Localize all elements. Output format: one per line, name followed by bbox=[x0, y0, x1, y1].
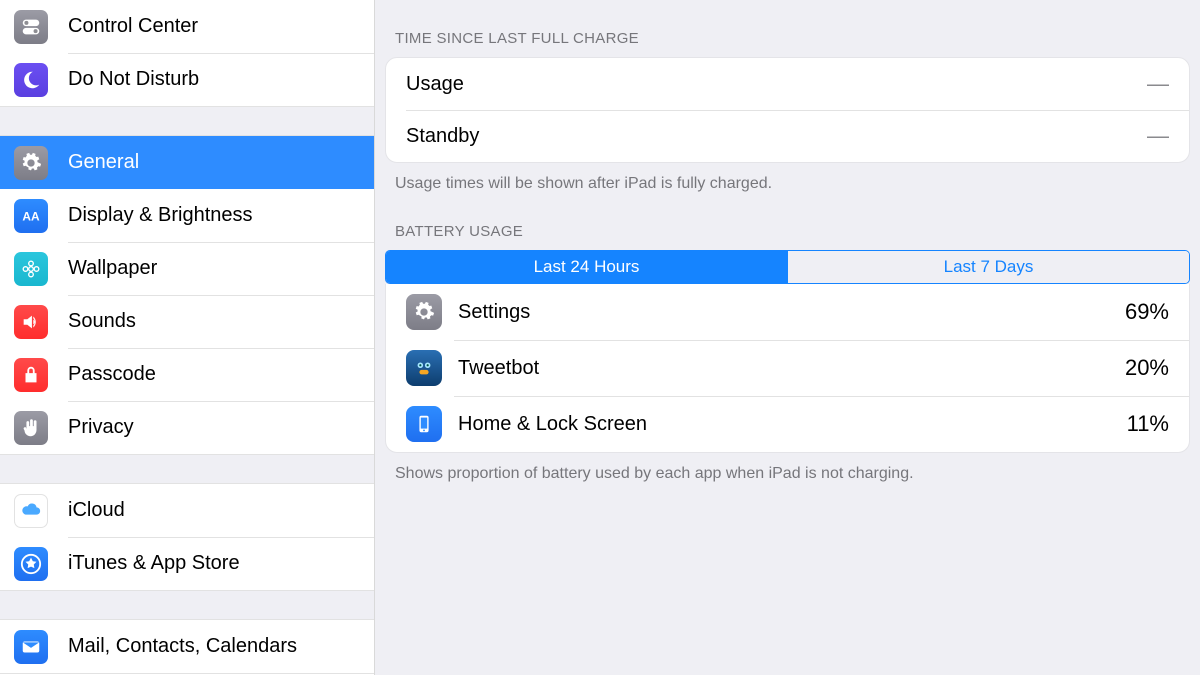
sidebar-item-label: iCloud bbox=[68, 499, 125, 522]
usage-value: — bbox=[1147, 71, 1169, 97]
settings-detail-pane: TIME SINCE LAST FULL CHARGE Usage — Stan… bbox=[375, 0, 1200, 675]
sidebar-item-label: Wallpaper bbox=[68, 257, 157, 280]
settings-sidebar: Control Center Do Not Disturb General AA Dis… bbox=[0, 0, 375, 675]
sidebar-item-sounds[interactable]: Sounds bbox=[0, 295, 374, 348]
aa-icon: AA bbox=[14, 199, 48, 233]
cloud-icon bbox=[14, 494, 48, 528]
svg-text:AA: AA bbox=[22, 209, 40, 223]
time-footnote: Usage times will be shown after iPad is … bbox=[375, 163, 1200, 193]
standby-value: — bbox=[1147, 123, 1169, 149]
section-header-battery: BATTERY USAGE bbox=[375, 223, 1200, 250]
moon-icon bbox=[14, 63, 48, 97]
segment-last-7d[interactable]: Last 7 Days bbox=[787, 251, 1189, 283]
sidebar-item-itunes-app-store[interactable]: iTunes & App Store bbox=[0, 537, 374, 590]
appstore-icon bbox=[14, 547, 48, 581]
sidebar-item-control-center[interactable]: Control Center bbox=[0, 0, 374, 53]
sidebar-item-privacy[interactable]: Privacy bbox=[0, 401, 374, 454]
mail-icon bbox=[14, 630, 48, 664]
sidebar-item-label: Control Center bbox=[68, 15, 198, 38]
home-lock-app-icon bbox=[406, 406, 442, 442]
battery-app-row[interactable]: Settings 69% bbox=[386, 284, 1189, 340]
time-usage-list: Usage — Standby — bbox=[385, 57, 1190, 163]
toggles-icon bbox=[14, 10, 48, 44]
sidebar-item-general[interactable]: General bbox=[0, 136, 374, 189]
lock-icon bbox=[14, 358, 48, 392]
battery-footnote: Shows proportion of battery used by each… bbox=[375, 453, 1200, 483]
standby-label: Standby bbox=[406, 125, 479, 148]
sidebar-item-wallpaper[interactable]: Wallpaper bbox=[0, 242, 374, 295]
usage-row[interactable]: Usage — bbox=[386, 58, 1189, 110]
sidebar-item-label: General bbox=[68, 151, 139, 174]
standby-row[interactable]: Standby — bbox=[386, 110, 1189, 162]
battery-app-name: Tweetbot bbox=[458, 357, 539, 380]
section-header-time: TIME SINCE LAST FULL CHARGE bbox=[375, 30, 1200, 57]
battery-app-row[interactable]: Tweetbot 20% bbox=[386, 340, 1189, 396]
sidebar-item-icloud[interactable]: iCloud bbox=[0, 484, 374, 537]
sidebar-item-label: Do Not Disturb bbox=[68, 68, 199, 91]
usage-label: Usage bbox=[406, 73, 464, 96]
battery-app-name: Home & Lock Screen bbox=[458, 413, 647, 436]
sidebar-item-label: Mail, Contacts, Calendars bbox=[68, 635, 297, 658]
sidebar-item-label: Passcode bbox=[68, 363, 156, 386]
battery-app-pct: 11% bbox=[1127, 411, 1169, 437]
sidebar-item-label: iTunes & App Store bbox=[68, 552, 240, 575]
tweetbot-app-icon bbox=[406, 350, 442, 386]
sidebar-item-label: Sounds bbox=[68, 310, 136, 333]
gear-icon bbox=[14, 146, 48, 180]
sidebar-item-label: Display & Brightness bbox=[68, 204, 253, 227]
segment-last-24h[interactable]: Last 24 Hours bbox=[386, 251, 787, 283]
sidebar-item-do-not-disturb[interactable]: Do Not Disturb bbox=[0, 53, 374, 106]
battery-app-pct: 69% bbox=[1125, 299, 1169, 325]
battery-app-pct: 20% bbox=[1125, 355, 1169, 381]
battery-usage-list: Settings 69% Tweetbot 20% Home & Lock Screen… bbox=[385, 284, 1190, 453]
battery-app-name: Settings bbox=[458, 301, 530, 324]
settings-app-icon bbox=[406, 294, 442, 330]
hand-icon bbox=[14, 411, 48, 445]
sidebar-item-label: Privacy bbox=[68, 416, 134, 439]
time-range-segmented-control[interactable]: Last 24 Hours Last 7 Days bbox=[385, 250, 1190, 284]
sidebar-item-display-brightness[interactable]: AA Display & Brightness bbox=[0, 189, 374, 242]
flower-icon bbox=[14, 252, 48, 286]
sidebar-item-passcode[interactable]: Passcode bbox=[0, 348, 374, 401]
battery-app-row[interactable]: Home & Lock Screen 11% bbox=[386, 396, 1189, 452]
sidebar-item-mail-contacts-calendars[interactable]: Mail, Contacts, Calendars bbox=[0, 620, 374, 673]
speaker-icon bbox=[14, 305, 48, 339]
